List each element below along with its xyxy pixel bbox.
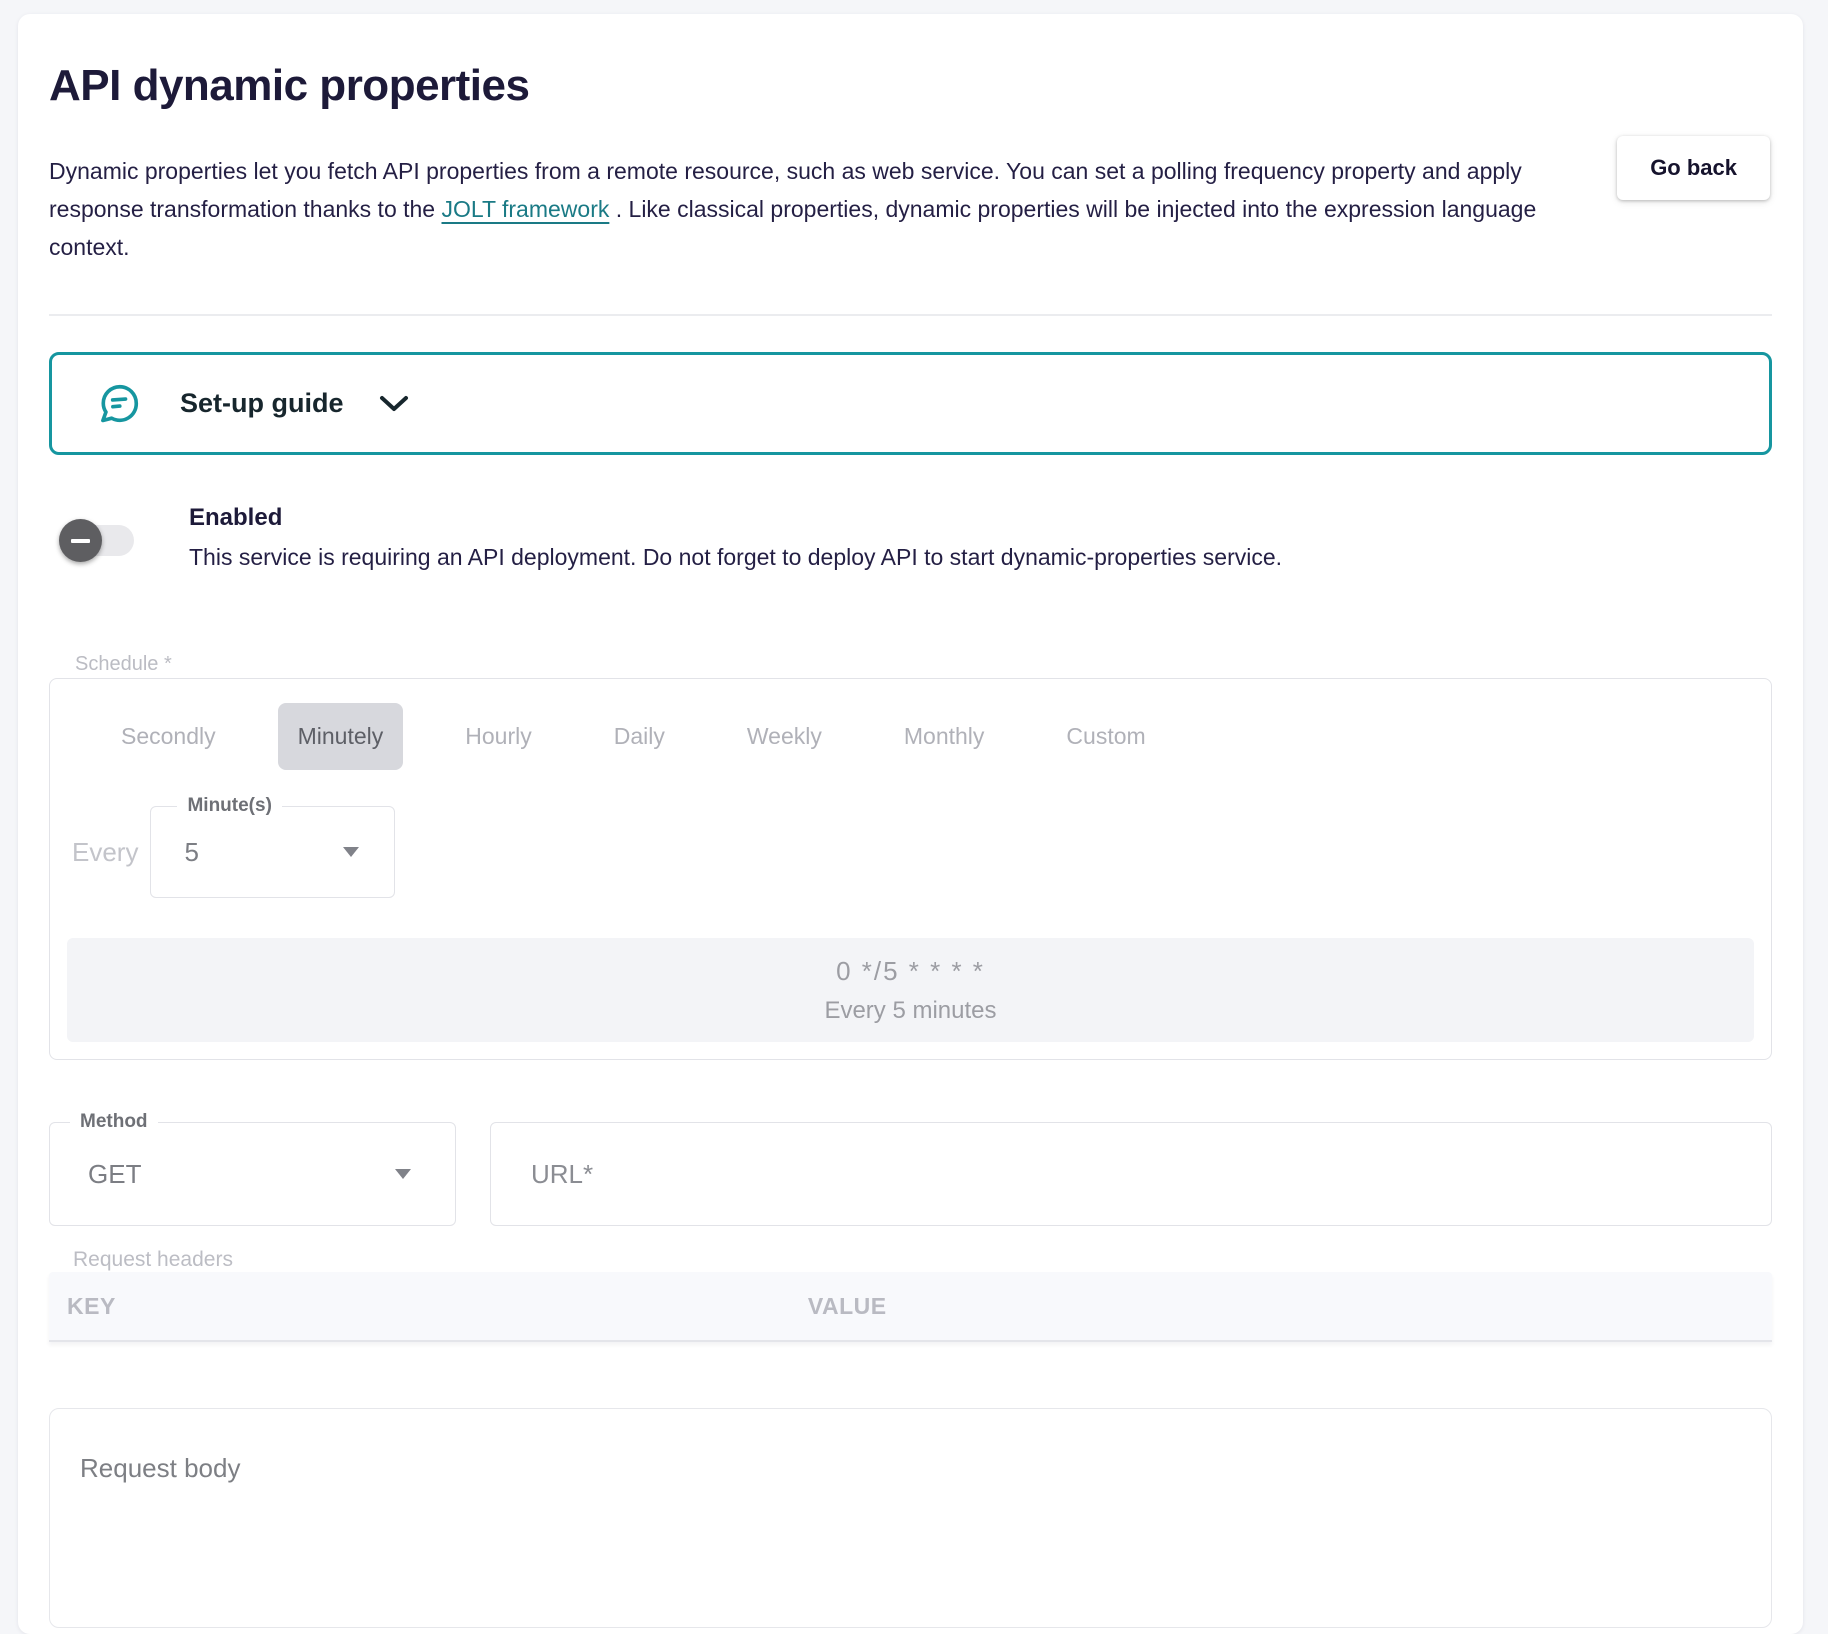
column-header-value: VALUE (790, 1293, 1772, 1320)
setup-guide-header[interactable]: Set-up guide (49, 352, 1772, 455)
method-select[interactable]: Method GET (49, 1122, 456, 1226)
dropdown-arrow-icon (343, 847, 359, 857)
schedule-fieldset: Secondly Minutely Hourly Daily Weekly Mo… (49, 678, 1772, 1060)
method-select-label: Method (70, 1111, 158, 1133)
minutes-select-label: Minute(s) (177, 795, 281, 817)
enabled-description: This service is requiring an API deploym… (189, 541, 1282, 573)
schedule-tabs: Secondly Minutely Hourly Daily Weekly Mo… (101, 703, 1754, 770)
tab-hourly[interactable]: Hourly (445, 703, 551, 770)
dropdown-arrow-icon (395, 1169, 411, 1179)
chevron-down-icon[interactable] (378, 394, 410, 414)
request-row: Method GET (49, 1122, 1772, 1226)
section-divider (49, 314, 1772, 316)
page-description: Dynamic properties let you fetch API pro… (49, 152, 1549, 266)
minutes-select[interactable]: Minute(s) 5 (150, 806, 395, 898)
enabled-section: Enabled This service is requiring an API… (49, 503, 1772, 573)
chat-bubble-icon (96, 381, 142, 427)
request-body-field[interactable]: Request body (49, 1408, 1772, 1628)
url-input[interactable] (491, 1123, 1771, 1225)
request-headers-label: Request headers (49, 1248, 1772, 1272)
page-title: API dynamic properties (49, 60, 1772, 112)
tab-secondly[interactable]: Secondly (101, 703, 236, 770)
cron-expression: 0 */5 * * * * (836, 956, 985, 987)
tab-custom[interactable]: Custom (1046, 703, 1165, 770)
tab-monthly[interactable]: Monthly (884, 703, 1005, 770)
request-body-label: Request body (80, 1453, 1771, 1484)
toggle-off-dash-icon (71, 539, 90, 543)
cron-preview: 0 */5 * * * * Every 5 minutes (67, 938, 1754, 1042)
schedule-field-label: Schedule * (49, 653, 1772, 678)
method-select-value: GET (50, 1159, 141, 1190)
tab-minutely[interactable]: Minutely (278, 703, 404, 770)
column-header-key: KEY (49, 1293, 790, 1320)
setup-guide-label: Set-up guide (180, 388, 344, 419)
toggle-thumb (59, 519, 102, 562)
header-row: Dynamic properties let you fetch API pro… (49, 152, 1772, 266)
every-row: Every Minute(s) 5 (72, 806, 1754, 898)
tab-weekly[interactable]: Weekly (727, 703, 842, 770)
url-field (490, 1122, 1772, 1226)
every-label: Every (72, 837, 138, 868)
main-card: API dynamic properties Dynamic propertie… (18, 14, 1803, 1634)
enabled-texts: Enabled This service is requiring an API… (189, 503, 1282, 573)
jolt-framework-link[interactable]: JOLT framework (442, 196, 610, 222)
request-headers-table: KEY VALUE (49, 1272, 1772, 1342)
enabled-toggle[interactable] (49, 517, 159, 563)
go-back-button[interactable]: Go back (1617, 136, 1770, 200)
enabled-label: Enabled (189, 503, 1282, 533)
cron-description: Every 5 minutes (824, 997, 996, 1025)
minutes-select-value: 5 (151, 837, 198, 868)
tab-daily[interactable]: Daily (594, 703, 685, 770)
